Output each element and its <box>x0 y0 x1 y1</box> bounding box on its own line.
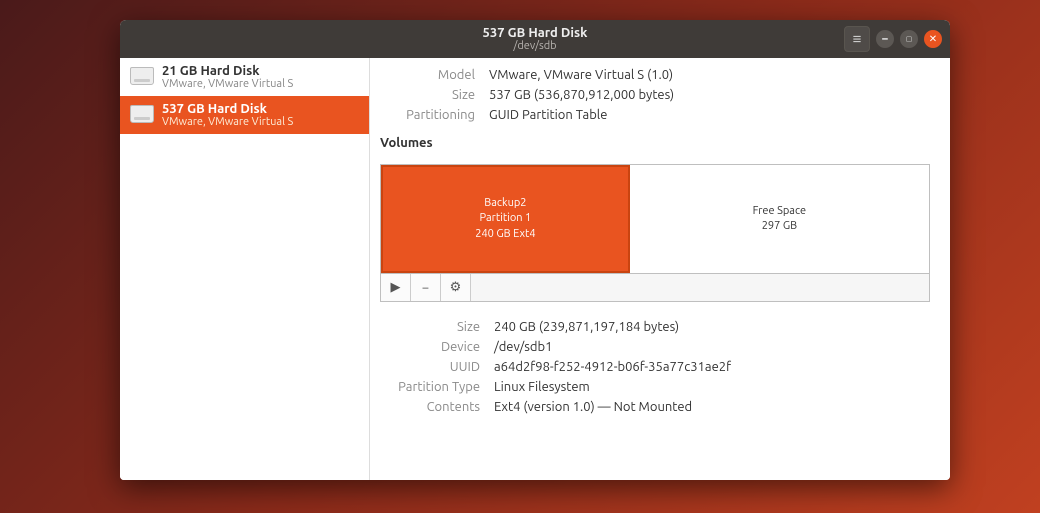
label-partitioning: Partitioning <box>380 108 475 122</box>
label-size: Size <box>380 88 475 102</box>
hard-disk-icon <box>130 67 154 85</box>
delete-partition-button[interactable]: − <box>411 274 441 301</box>
disk-item-name: 537 GB Hard Disk <box>162 102 293 116</box>
maximize-icon: ▢ <box>906 35 913 43</box>
volume-sub1: 297 GB <box>762 219 797 234</box>
close-icon: ✕ <box>929 33 937 45</box>
minimize-icon: ━ <box>882 34 887 45</box>
value-model: VMware, VMware Virtual S (1.0) <box>489 68 930 82</box>
play-icon: ▶ <box>391 280 401 295</box>
value-device: /dev/sdb1 <box>494 340 930 354</box>
value-ptype: Linux Filesystem <box>494 380 930 394</box>
label-part-size: Size <box>380 320 480 334</box>
disk-item-text: 537 GB Hard DiskVMware, VMware Virtual S <box>162 102 293 128</box>
volumes-panel: Backup2Partition 1240 GB Ext4Free Space2… <box>380 158 930 308</box>
value-uuid: a64d2f98-f252-4912-b06f-35a77c31ae2f <box>494 360 930 374</box>
disk-item-text: 21 GB Hard DiskVMware, VMware Virtual S <box>162 64 293 90</box>
window-minimize-button[interactable]: ━ <box>876 30 894 48</box>
label-contents: Contents <box>380 400 480 414</box>
label-model: Model <box>380 68 475 82</box>
value-partitioning: GUID Partition Table <box>489 108 930 122</box>
hard-disk-icon <box>130 105 154 123</box>
window-body: 21 GB Hard DiskVMware, VMware Virtual S5… <box>120 58 950 480</box>
volume-bar: Backup2Partition 1240 GB Ext4Free Space2… <box>380 164 930 274</box>
window-title: 537 GB Hard Disk <box>120 26 950 40</box>
main-pane: Model VMware, VMware Virtual S (1.0) Siz… <box>370 58 950 480</box>
label-uuid: UUID <box>380 360 480 374</box>
window-maximize-button[interactable]: ▢ <box>900 30 918 48</box>
titlebar-controls: ≡ ━ ▢ ✕ <box>844 26 950 52</box>
titlebar-text: 537 GB Hard Disk /dev/sdb <box>120 26 950 52</box>
app-window: 537 GB Hard Disk /dev/sdb ≡ ━ ▢ ✕ 21 GB … <box>120 20 950 480</box>
partition-info: Size 240 GB (239,871,197,184 bytes) Devi… <box>380 320 930 414</box>
partition-options-button[interactable]: ⚙ <box>441 274 471 301</box>
disk-sidebar: 21 GB Hard DiskVMware, VMware Virtual S5… <box>120 58 370 480</box>
disk-item-desc: VMware, VMware Virtual S <box>162 116 293 128</box>
mount-button[interactable]: ▶ <box>381 274 411 301</box>
app-menu-button[interactable]: ≡ <box>844 26 870 52</box>
window-close-button[interactable]: ✕ <box>924 30 942 48</box>
value-part-size: 240 GB (239,871,197,184 bytes) <box>494 320 930 334</box>
volumes-heading: Volumes <box>380 136 930 150</box>
disk-item-name: 21 GB Hard Disk <box>162 64 293 78</box>
value-size: 537 GB (536,870,912,000 bytes) <box>489 88 930 102</box>
disk-item-desc: VMware, VMware Virtual S <box>162 78 293 90</box>
volume-sub2: 240 GB Ext4 <box>475 227 535 242</box>
label-device: Device <box>380 340 480 354</box>
window-subtitle: /dev/sdb <box>120 40 950 52</box>
volume-title: Free Space <box>753 204 806 219</box>
volume-segment-1[interactable]: Free Space297 GB <box>630 165 929 273</box>
volume-segment-0[interactable]: Backup2Partition 1240 GB Ext4 <box>381 165 630 273</box>
volume-toolbar: ▶ − ⚙ <box>380 274 930 302</box>
value-contents: Ext4 (version 1.0) — Not Mounted <box>494 400 930 414</box>
volume-sub1: Partition 1 <box>480 211 532 226</box>
toolbar-filler <box>471 274 929 301</box>
disk-item-1[interactable]: 537 GB Hard DiskVMware, VMware Virtual S <box>120 96 369 134</box>
minus-icon: − <box>422 281 429 295</box>
disk-info: Model VMware, VMware Virtual S (1.0) Siz… <box>380 68 930 122</box>
titlebar: 537 GB Hard Disk /dev/sdb ≡ ━ ▢ ✕ <box>120 20 950 58</box>
volume-title: Backup2 <box>484 196 526 211</box>
label-ptype: Partition Type <box>380 380 480 394</box>
gear-icon: ⚙ <box>450 280 462 295</box>
menu-icon: ≡ <box>853 30 862 48</box>
disk-item-0[interactable]: 21 GB Hard DiskVMware, VMware Virtual S <box>120 58 369 96</box>
